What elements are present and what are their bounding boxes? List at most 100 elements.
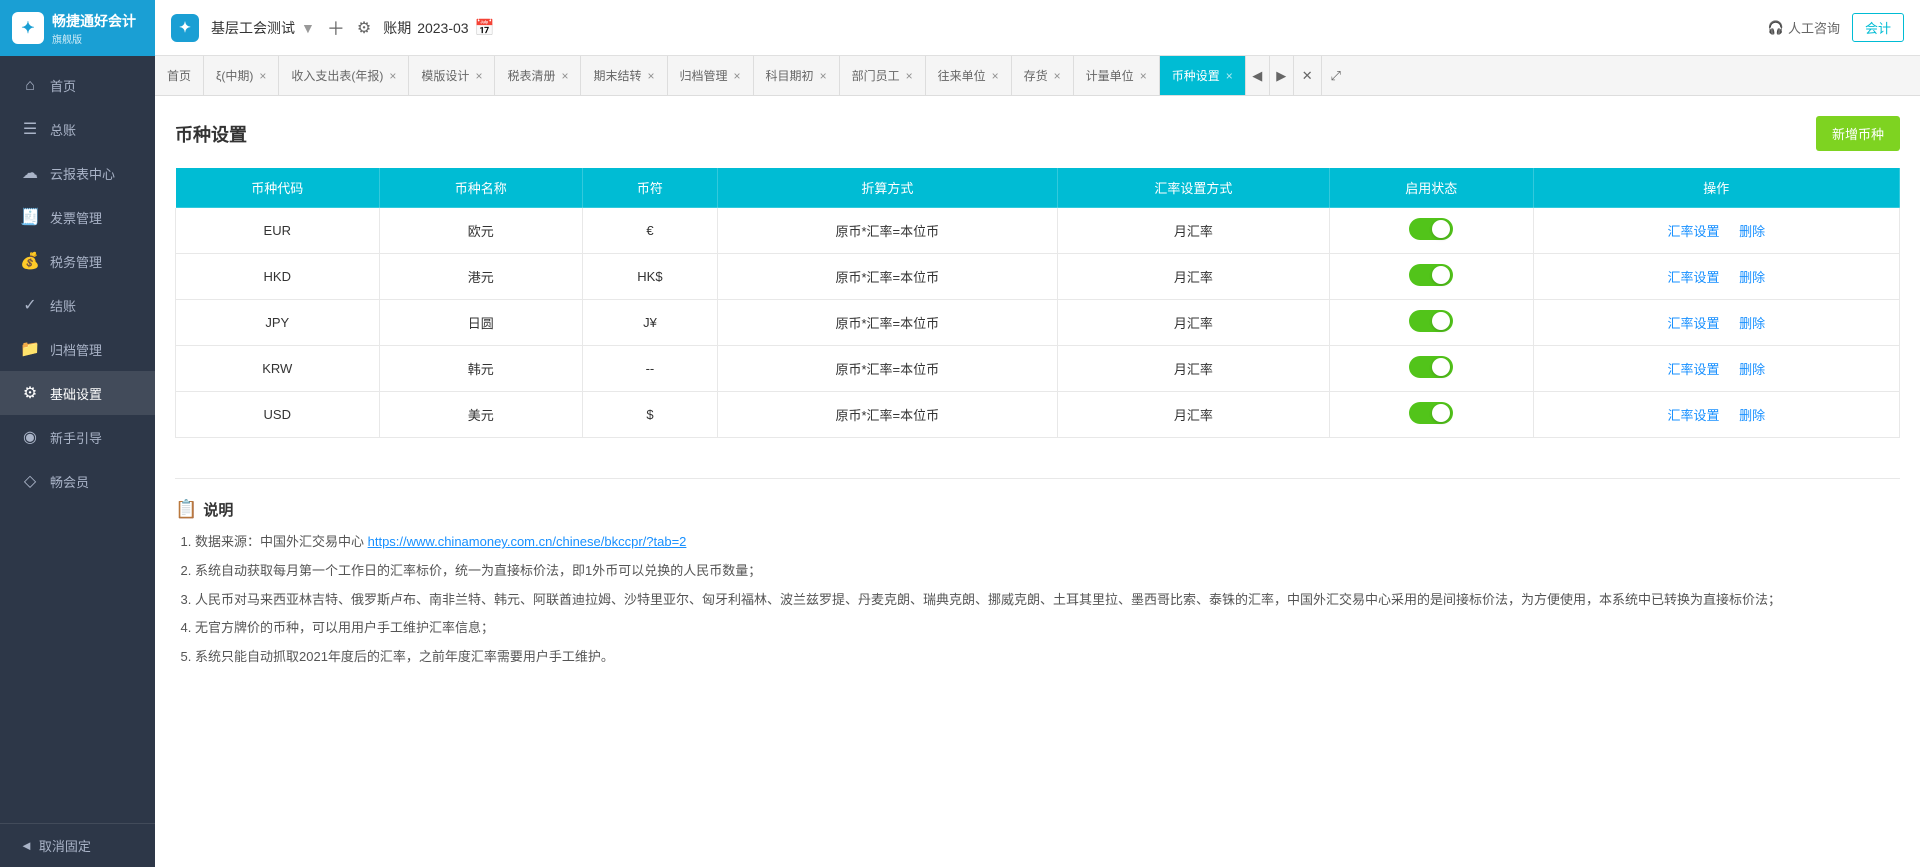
table-cell: 原币*汇率=本位币 [717, 392, 1057, 438]
tab-close-units[interactable]: × [992, 69, 999, 83]
headset-icon: 🎧 [1768, 20, 1784, 36]
sidebar-icon-settings: ⚙ [20, 383, 40, 403]
tab-next-btn[interactable]: ▶ [1270, 56, 1294, 96]
rate-setting-btn-EUR[interactable]: 汇率设置 [1667, 224, 1719, 239]
toggle-KRW[interactable] [1409, 356, 1453, 378]
delete-btn-HKD[interactable]: 删除 [1739, 270, 1765, 285]
sidebar-item-home[interactable]: ⌂ 首页 [0, 64, 155, 107]
tab-balance[interactable]: ξ(中期) × [204, 56, 279, 96]
header-period: 账期 2023-03 📅 [383, 18, 494, 38]
sidebar-item-tax[interactable]: 💰 税务管理 [0, 239, 155, 283]
tab-currency[interactable]: 币种设置 × [1160, 56, 1246, 96]
table-cell: USD [176, 392, 380, 438]
table-cell: $ [583, 392, 718, 438]
calendar-icon[interactable]: 📅 [475, 18, 495, 38]
table-header-cell: 汇率设置方式 [1057, 168, 1329, 208]
service-btn[interactable]: 🎧 人工咨询 [1768, 18, 1840, 37]
tab-label-units: 往来单位 [938, 67, 986, 84]
notes-link[interactable]: https://www.chinamoney.com.cn/chinese/bk… [368, 534, 687, 549]
tab-units[interactable]: 往来单位 × [926, 56, 1012, 96]
company-dropdown-icon[interactable]: ▼ [301, 20, 315, 36]
table-body: EUR欧元€原币*汇率=本位币月汇率 汇率设置 删除HKD港元HK$原币*汇率=… [176, 208, 1900, 438]
page-header: 币种设置 新增币种 [175, 116, 1900, 151]
tab-subjects[interactable]: 科目期初 × [754, 56, 840, 96]
toggle-EUR[interactable] [1409, 218, 1453, 240]
table-header-cell: 操作 [1533, 168, 1899, 208]
rate-setting-btn-HKD[interactable]: 汇率设置 [1667, 270, 1719, 285]
sidebar-item-archive[interactable]: 📁 归档管理 [0, 327, 155, 371]
tab-prev-btn[interactable]: ◀ [1246, 56, 1270, 96]
delete-btn-JPY[interactable]: 删除 [1739, 316, 1765, 331]
tab-close-all-btn[interactable]: ✕ [1294, 56, 1322, 96]
toggle-JPY[interactable] [1409, 310, 1453, 332]
table-row: JPY日圆J¥原币*汇率=本位币月汇率 汇率设置 删除 [176, 300, 1900, 346]
table-header-cell: 币种名称 [379, 168, 583, 208]
sidebar-item-checkout[interactable]: ✓ 结账 [0, 283, 155, 327]
sidebar-item-ledger[interactable]: ☰ 总账 [0, 107, 155, 151]
sidebar-nav: ⌂ 首页☰ 总账☁ 云报表中心🧾 发票管理💰 税务管理✓ 结账📁 归档管理⚙ 基… [0, 56, 155, 823]
rate-setting-btn-KRW[interactable]: 汇率设置 [1667, 362, 1719, 377]
sidebar-item-member[interactable]: ◇ 畅会员 [0, 459, 155, 503]
tab-close-measure[interactable]: × [1140, 69, 1147, 83]
tab-close-income[interactable]: × [389, 69, 396, 83]
tab-close-period_end[interactable]: × [648, 69, 655, 83]
sidebar-item-reports[interactable]: ☁ 云报表中心 [0, 151, 155, 195]
tab-close-employees[interactable]: × [906, 69, 913, 83]
notes-title-text: 说明 [203, 499, 233, 520]
table-cell: 韩元 [379, 346, 583, 392]
tab-label-subjects: 科目期初 [766, 67, 814, 84]
action-cell: 汇率设置 删除 [1533, 254, 1899, 300]
tab-employees[interactable]: 部门员工 × [840, 56, 926, 96]
sidebar-item-invoice[interactable]: 🧾 发票管理 [0, 195, 155, 239]
header-right: 🎧 人工咨询 会计 [1768, 13, 1904, 42]
delete-btn-EUR[interactable]: 删除 [1739, 224, 1765, 239]
sidebar-icon-checkout: ✓ [20, 295, 40, 315]
sidebar-icon-archive: 📁 [20, 339, 40, 359]
delete-btn-USD[interactable]: 删除 [1739, 408, 1765, 423]
sidebar: ✦ 畅捷通好会计 旗舰版 ⌂ 首页☰ 总账☁ 云报表中心🧾 发票管理💰 税务管理… [0, 0, 155, 867]
tab-taxclear[interactable]: 税表清册 × [495, 56, 581, 96]
sidebar-footer[interactable]: ◄ 取消固定 [0, 823, 155, 867]
tab-close-archives[interactable]: × [734, 69, 741, 83]
table-cell: 月汇率 [1057, 254, 1329, 300]
tab-home[interactable]: 首页 [155, 56, 204, 96]
sidebar-item-guide[interactable]: ◉ 新手引导 [0, 415, 155, 459]
tab-close-subjects[interactable]: × [820, 69, 827, 83]
user-btn[interactable]: 会计 [1852, 13, 1904, 42]
tab-inventory[interactable]: 存货 × [1012, 56, 1074, 96]
tab-template[interactable]: 模版设计 × [409, 56, 495, 96]
settings-icon[interactable]: ⚙ [357, 18, 371, 38]
rate-setting-btn-USD[interactable]: 汇率设置 [1667, 408, 1719, 423]
add-tab-btn[interactable]: ＋ [327, 15, 345, 41]
tab-close-template[interactable]: × [475, 69, 482, 83]
table-cell: 月汇率 [1057, 300, 1329, 346]
sidebar-footer-icon: ◄ [20, 838, 33, 853]
sidebar-item-settings[interactable]: ⚙ 基础设置 [0, 371, 155, 415]
notes-title: 📋 说明 [175, 499, 1900, 520]
tab-close-inventory[interactable]: × [1054, 69, 1061, 83]
toggle-USD[interactable] [1409, 402, 1453, 424]
tab-expand-btn[interactable]: ⤢ [1322, 56, 1350, 96]
delete-btn-KRW[interactable]: 删除 [1739, 362, 1765, 377]
tab-close-currency[interactable]: × [1226, 69, 1233, 83]
notes-list: 数据来源：中国外汇交易中心 https://www.chinamoney.com… [175, 532, 1900, 668]
table-cell: J¥ [583, 300, 718, 346]
tab-label-period_end: 期末结转 [593, 67, 641, 84]
main: ✦ 基层工会测试 ▼ ＋ ⚙ 账期 2023-03 📅 🎧 人工咨询 会计 首页… [155, 0, 1920, 867]
tab-measure[interactable]: 计量单位 × [1074, 56, 1160, 96]
tab-label-template: 模版设计 [421, 67, 469, 84]
sidebar-label-archive: 归档管理 [50, 340, 102, 359]
table-cell: 欧元 [379, 208, 583, 254]
tabbar: 首页ξ(中期) ×收入支出表(年报) ×模版设计 ×税表清册 ×期末结转 ×归档… [155, 56, 1920, 96]
tab-archives[interactable]: 归档管理 × [668, 56, 754, 96]
new-currency-btn[interactable]: 新增币种 [1816, 116, 1900, 151]
toggle-HKD[interactable] [1409, 264, 1453, 286]
sidebar-label-guide: 新手引导 [50, 428, 102, 447]
notes-item: 系统自动获取每月第一个工作日的汇率标价，统一为直接标价法，即1外币可以兑换的人民… [195, 561, 1900, 582]
tab-income[interactable]: 收入支出表(年报) × [279, 56, 409, 96]
table-head: 币种代码币种名称币符折算方式汇率设置方式启用状态操作 [176, 168, 1900, 208]
tab-period_end[interactable]: 期末结转 × [581, 56, 667, 96]
tab-close-taxclear[interactable]: × [561, 69, 568, 83]
rate-setting-btn-JPY[interactable]: 汇率设置 [1667, 316, 1719, 331]
tab-close-balance[interactable]: × [259, 69, 266, 83]
